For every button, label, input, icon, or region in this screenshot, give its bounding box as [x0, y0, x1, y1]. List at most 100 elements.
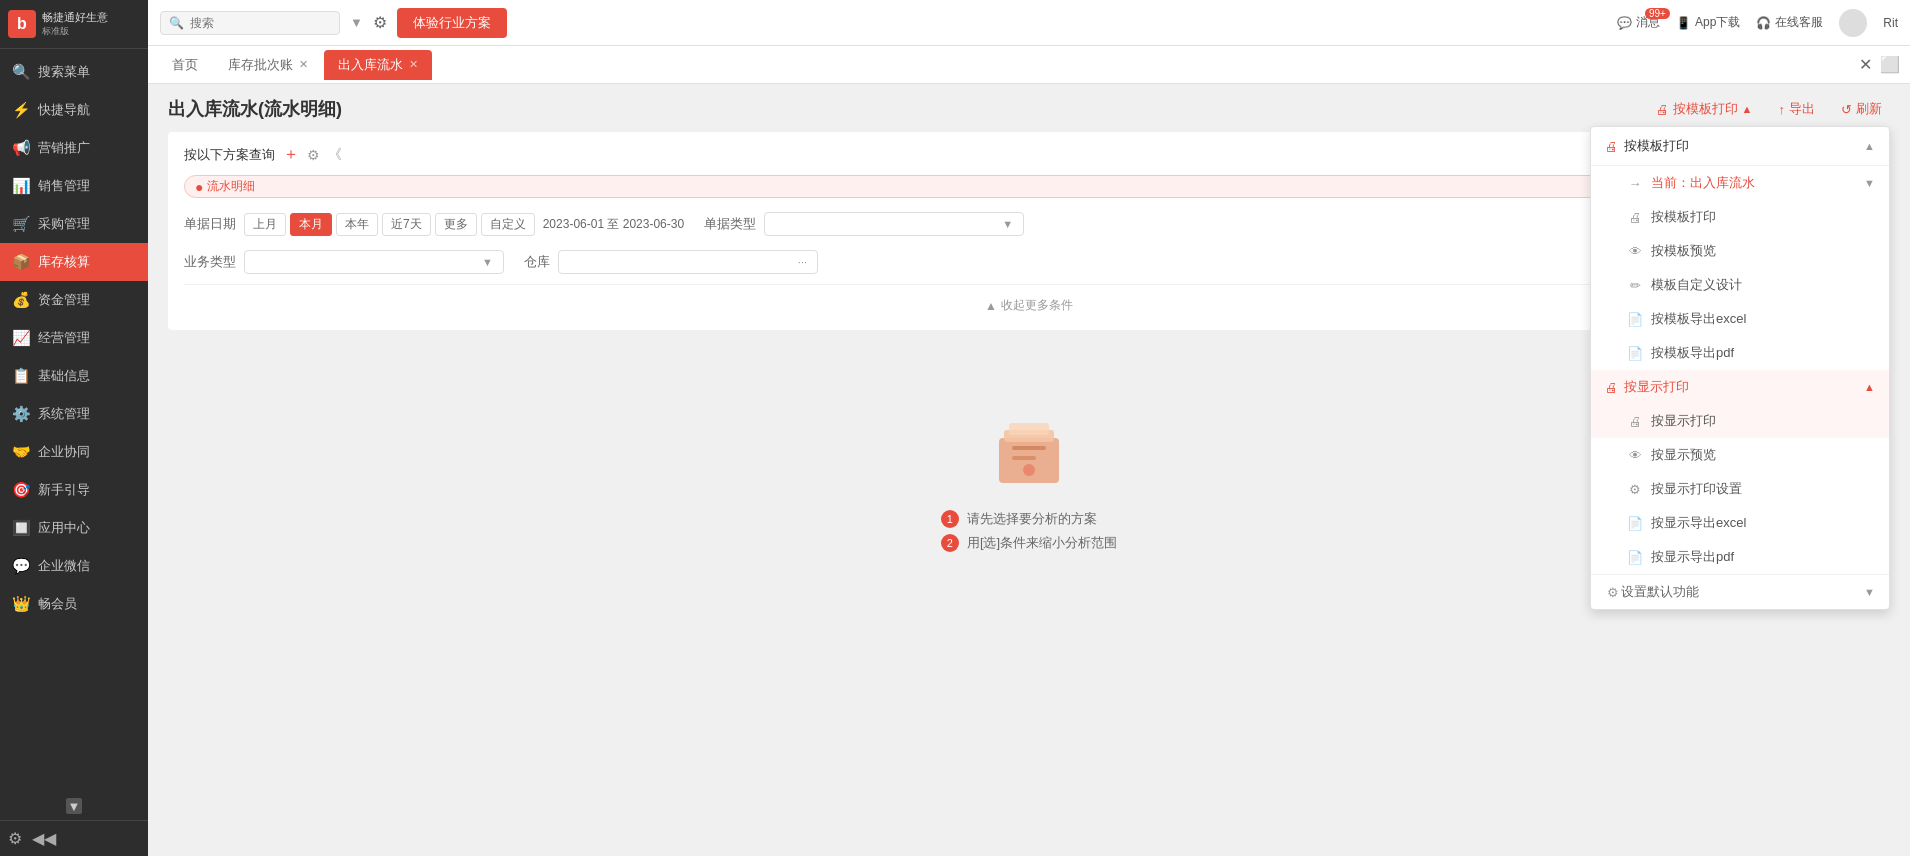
display-section-icon: 🖨 — [1605, 380, 1618, 395]
dropdown-template-design[interactable]: ✏ 模板自定义设计 — [1591, 268, 1889, 302]
tab-flow[interactable]: 出入库流水 ✕ — [324, 50, 432, 80]
refresh-btn[interactable]: ↺ 刷新 — [1833, 96, 1890, 122]
sidebar-nav: 🔍 搜索菜单 ⚡ 快捷导航 📢 营销推广 📊 销售管理 🛒 采购管理 📦 — [0, 49, 148, 792]
filter-add-icon[interactable]: ＋ — [283, 144, 299, 165]
dropdown-display-print[interactable]: 🖨 按显示打印 — [1591, 404, 1889, 438]
display-settings-icon: ⚙ — [1627, 481, 1643, 497]
service-icon: 🎧 — [1756, 16, 1771, 30]
tabbar: 首页 库存批次账 ✕ 出入库流水 ✕ ✕ ⬜ — [148, 46, 1910, 84]
page-actions: 🖨 按模板打印 ▲ ↑ 导出 ↺ 刷新 — [1648, 96, 1890, 122]
template-excel-label: 按模板导出excel — [1651, 310, 1746, 328]
dropdown-display-pdf[interactable]: 📄 按显示导出pdf — [1591, 540, 1889, 574]
dropdown-display-excel[interactable]: 📄 按显示导出excel — [1591, 506, 1889, 540]
sidebar-item-marketing[interactable]: 📢 营销推广 — [0, 129, 148, 167]
tab-batch[interactable]: 库存批次账 ✕ — [214, 50, 322, 80]
sidebar-item-shortcut[interactable]: ⚡ 快捷导航 — [0, 91, 148, 129]
topbar-msg[interactable]: 💬 消息 99+ — [1617, 14, 1660, 31]
footer-settings-icon: ⚙ — [1605, 584, 1621, 600]
search-input[interactable] — [190, 16, 310, 30]
tab-batch-label: 库存批次账 — [228, 56, 293, 74]
marketing-icon: 📢 — [12, 139, 30, 157]
shortcut-icon: ⚡ — [12, 101, 30, 119]
service-label: 在线客服 — [1775, 14, 1823, 31]
biz-select[interactable]: ▼ — [244, 250, 504, 274]
sidebar-item-apps[interactable]: 🔲 应用中心 — [0, 509, 148, 547]
user-avatar[interactable] — [1839, 9, 1867, 37]
dropdown-display-preview[interactable]: 👁 按显示预览 — [1591, 438, 1889, 472]
sidebar-item-basic[interactable]: 📋 基础信息 — [0, 357, 148, 395]
dropdown-chevron-up-icon[interactable]: ▲ — [1864, 140, 1875, 152]
wechat-icon: 💬 — [12, 557, 30, 575]
settings-icon[interactable]: ⚙ — [8, 829, 22, 848]
empty-step-1: 1 请先选择要分析的方案 — [941, 510, 1117, 528]
sidebar-item-label: 营销推广 — [38, 139, 90, 157]
date-btn-more[interactable]: 更多 — [435, 213, 477, 236]
template-excel-icon: 📄 — [1627, 311, 1643, 327]
template-preview-label: 按模板预览 — [1651, 242, 1716, 260]
display-print-icon: 🖨 — [1627, 413, 1643, 429]
finance-icon: 💰 — [12, 291, 30, 309]
tab-batch-close[interactable]: ✕ — [299, 58, 308, 71]
dropdown-template-pdf[interactable]: 📄 按模板导出pdf — [1591, 336, 1889, 370]
sidebar-scroll-down[interactable]: ▼ — [0, 792, 148, 820]
step-1-label: 请先选择要分析的方案 — [967, 510, 1097, 528]
dropdown-template-print[interactable]: 🖨 按模板打印 — [1591, 200, 1889, 234]
template-design-label: 模板自定义设计 — [1651, 276, 1742, 294]
template-pdf-label: 按模板导出pdf — [1651, 344, 1734, 362]
sidebar-header: b 畅捷通好生意 标准版 — [0, 0, 148, 49]
dropdown-current-item[interactable]: → 当前：出入库流水 ▼ — [1591, 166, 1889, 200]
refresh-label: 刷新 — [1856, 100, 1882, 118]
app-icon: 📱 — [1676, 16, 1691, 30]
template-print-icon: 🖨 — [1627, 209, 1643, 225]
date-btn-this-month[interactable]: 本月 — [290, 213, 332, 236]
type-select[interactable]: ▼ — [764, 212, 1024, 236]
print-label: 按模板打印 — [1673, 100, 1738, 118]
dropdown-template-preview[interactable]: 👁 按模板预览 — [1591, 234, 1889, 268]
dropdown-display-section[interactable]: 🖨 按显示打印 ▲ — [1591, 370, 1889, 404]
empty-step-2: 2 用[选]条件来缩小分析范围 — [941, 534, 1117, 552]
template-pdf-icon: 📄 — [1627, 345, 1643, 361]
display-excel-icon: 📄 — [1627, 515, 1643, 531]
filter-settings-icon[interactable]: ⚙ — [307, 147, 320, 163]
topbar-app[interactable]: 📱 App下载 — [1676, 14, 1740, 31]
print-dropdown-panel: 🖨 按模板打印 ▲ → 当前：出入库流水 ▼ 🖨 按模板打 — [1590, 126, 1890, 610]
dropdown-display-settings[interactable]: ⚙ 按显示打印设置 — [1591, 472, 1889, 506]
filter-collapse-icon[interactable]: 《 — [328, 146, 342, 164]
topbar-service[interactable]: 🎧 在线客服 — [1756, 14, 1823, 31]
sidebar-item-corp[interactable]: 🤝 企业协同 — [0, 433, 148, 471]
svg-rect-2 — [1009, 423, 1049, 435]
print-btn[interactable]: 🖨 按模板打印 ▲ — [1648, 96, 1761, 122]
sidebar-item-purchase[interactable]: 🛒 采购管理 — [0, 205, 148, 243]
topbar-search-box[interactable]: 🔍 — [160, 11, 340, 35]
topbar-dropdown-icon[interactable]: ▼ — [350, 15, 363, 30]
date-btn-this-year[interactable]: 本年 — [336, 213, 378, 236]
warehouse-select[interactable]: ··· — [558, 250, 818, 274]
sidebar-item-member[interactable]: 👑 畅会员 — [0, 585, 148, 623]
window-maximize-icon[interactable]: ⬜ — [1880, 55, 1900, 74]
sidebar-item-wechat[interactable]: 💬 企业微信 — [0, 547, 148, 585]
topbar-gear-icon[interactable]: ⚙ — [373, 13, 387, 32]
tab-flow-close[interactable]: ✕ — [409, 58, 418, 71]
sidebar-item-search[interactable]: 🔍 搜索菜单 — [0, 53, 148, 91]
dropdown-footer[interactable]: ⚙ 设置默认功能 ▼ — [1591, 574, 1889, 609]
basic-icon: 📋 — [12, 367, 30, 385]
trial-btn[interactable]: 体验行业方案 — [397, 8, 507, 38]
export-btn[interactable]: ↑ 导出 — [1771, 96, 1824, 122]
sidebar-item-guide[interactable]: 🎯 新手引导 — [0, 471, 148, 509]
window-close-icon[interactable]: ✕ — [1859, 55, 1872, 74]
sidebar-item-inventory[interactable]: 📦 库存核算 — [0, 243, 148, 281]
sidebar-item-system[interactable]: ⚙️ 系统管理 — [0, 395, 148, 433]
collapse-sidebar-icon[interactable]: ◀◀ — [32, 829, 56, 848]
sidebar-item-finance[interactable]: 💰 资金管理 — [0, 281, 148, 319]
date-btn-7days[interactable]: 近7天 — [382, 213, 431, 236]
footer-label: 设置默认功能 — [1621, 583, 1699, 601]
current-chevron-icon: ▼ — [1864, 177, 1875, 189]
empty-steps: 1 请先选择要分析的方案 2 用[选]条件来缩小分析范围 — [941, 510, 1117, 552]
sidebar-item-sales[interactable]: 📊 销售管理 — [0, 167, 148, 205]
date-btn-custom[interactable]: 自定义 — [481, 213, 535, 236]
username[interactable]: Rit — [1883, 16, 1898, 30]
date-btn-last-month[interactable]: 上月 — [244, 213, 286, 236]
tab-home[interactable]: 首页 — [158, 50, 212, 80]
dropdown-template-excel[interactable]: 📄 按模板导出excel — [1591, 302, 1889, 336]
sidebar-item-operation[interactable]: 📈 经营管理 — [0, 319, 148, 357]
